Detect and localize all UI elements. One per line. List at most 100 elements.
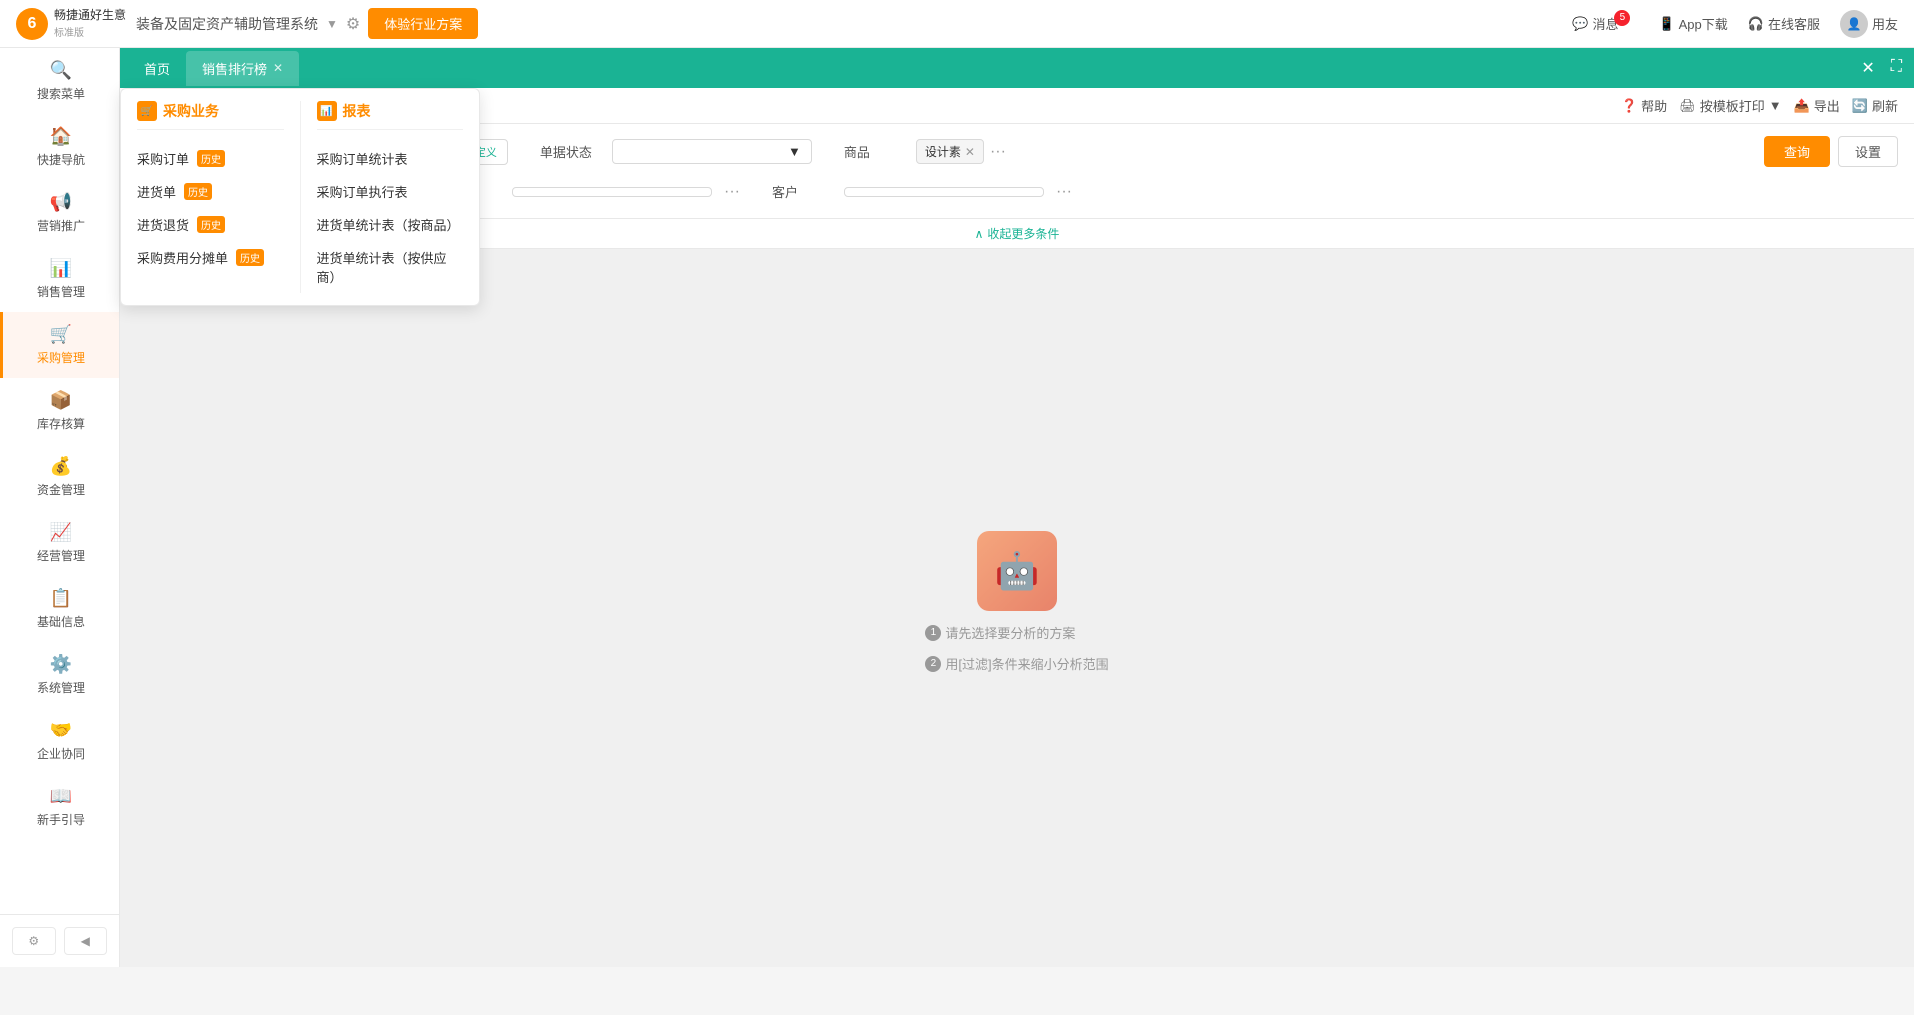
collapse-up-icon: ∧ bbox=[975, 227, 984, 241]
purchase-section-title: 🛒 采购业务 bbox=[137, 101, 284, 130]
menu-item-purchase-order[interactable]: 采购订单 历史 bbox=[137, 142, 284, 175]
empty-step2: 2 用[过滤]条件来缩小分析范围 bbox=[925, 654, 1108, 679]
tabbar: 首页 销售排行榜 ✕ ✕ ⛶ bbox=[120, 48, 1914, 88]
sidebar-item-search[interactable]: 🔍 搜索菜单 bbox=[0, 48, 119, 114]
logo-sub: 标准版 bbox=[54, 24, 126, 39]
export-btn[interactable]: 📤 导出 bbox=[1794, 96, 1840, 115]
menu-item-report-incoming-goods[interactable]: 进货单统计表（按商品） bbox=[317, 208, 464, 241]
system-title: 装备及固定资产辅助管理系统 bbox=[136, 14, 318, 34]
tab-expand-icon[interactable]: ⛶ bbox=[1887, 54, 1906, 82]
phone-icon: 📱 bbox=[1658, 16, 1674, 32]
tab-close-icon[interactable]: ✕ bbox=[273, 61, 283, 75]
print-btn[interactable]: 🖨 按模板打印 ▼ bbox=[1679, 96, 1781, 115]
menu-item-purchase-incoming[interactable]: 进货单 历史 bbox=[137, 175, 284, 208]
sidebar-item-marketing[interactable]: 📢 营销推广 bbox=[0, 180, 119, 246]
empty-state: 🤖 1 请先选择要分析的方案 2 用[过滤]条件来缩小分析范围 bbox=[120, 249, 1914, 967]
tab-home[interactable]: 首页 bbox=[128, 51, 186, 86]
sidebar-bottom: ⚙ ◀ bbox=[0, 914, 119, 967]
empty-robot-icon: 🤖 bbox=[977, 531, 1057, 611]
logo-icon: 6 bbox=[16, 8, 48, 40]
sidebar: 🔍 搜索菜单 🏠 快捷导航 📢 营销推广 📊 销售管理 🛒 采购管理 📦 库存核… bbox=[0, 48, 120, 967]
sidebar-settings-btn[interactable]: ⚙ bbox=[12, 927, 56, 955]
system-icon: ⚙️ bbox=[50, 654, 72, 675]
menu-item-report-incoming-supplier[interactable]: 进货单统计表（按供应商） bbox=[317, 241, 464, 293]
purchase-section-icon: 🛒 bbox=[137, 101, 157, 121]
headset-icon: 🎧 bbox=[1748, 16, 1764, 32]
avatar-icon: 👤 bbox=[1847, 17, 1862, 31]
empty-text: 1 请先选择要分析的方案 2 用[过滤]条件来缩小分析范围 bbox=[925, 623, 1108, 685]
sidebar-item-finance[interactable]: 💰 资金管理 bbox=[0, 444, 119, 510]
expense-badge: 历史 bbox=[236, 249, 264, 266]
customer-select[interactable] bbox=[844, 187, 1044, 197]
marketing-icon: 📢 bbox=[50, 192, 72, 213]
guide-icon: 📖 bbox=[50, 786, 72, 807]
topbar-right: 💬 消息 5 📱 App下载 🎧 在线客服 👤 用友 bbox=[1572, 10, 1898, 38]
logo-area: 6 畅捷通好生意 标准版 bbox=[16, 8, 136, 40]
status-select[interactable]: ▼ bbox=[612, 139, 812, 164]
title-dropdown-icon[interactable]: ▼ bbox=[326, 17, 338, 31]
topbar-title-area: 装备及固定资产辅助管理系统 ▼ ⚙ 体验行业方案 bbox=[136, 8, 1572, 39]
sidebar-item-quicknav[interactable]: 🏠 快捷导航 bbox=[0, 114, 119, 180]
tabbar-right: ✕ ⛶ bbox=[1857, 54, 1906, 82]
menu-item-report-order-exec[interactable]: 采购订单执行表 bbox=[317, 175, 464, 208]
inventory-icon: 📦 bbox=[50, 390, 72, 411]
collapse-label: 收起更多条件 bbox=[987, 225, 1059, 242]
message-badge: 5 bbox=[1614, 10, 1630, 26]
purchase-section: 🛒 采购业务 采购订单 历史 进货单 历史 进货退货 历史 采购费用分摊单 历史 bbox=[121, 101, 300, 293]
home-icon: 🏠 bbox=[50, 126, 72, 147]
status-dropdown-icon: ▼ bbox=[788, 144, 801, 159]
help-btn[interactable]: ❓ 帮助 bbox=[1621, 96, 1667, 115]
menu-item-purchase-expense[interactable]: 采购费用分摊单 历史 bbox=[137, 241, 284, 274]
print-icon: 🖨 bbox=[1679, 98, 1696, 114]
salesman-select[interactable] bbox=[512, 187, 712, 197]
customer-label: 客户 bbox=[772, 182, 832, 201]
sidebar-item-sales[interactable]: 📊 销售管理 bbox=[0, 246, 119, 312]
topbar: 6 畅捷通好生意 标准版 装备及固定资产辅助管理系统 ▼ ⚙ 体验行业方案 💬 … bbox=[0, 0, 1914, 48]
report-section: 📊 报表 采购订单统计表 采购订单执行表 进货单统计表（按商品） 进货单统计表（… bbox=[300, 101, 480, 293]
query-actions: 查询 设置 bbox=[1764, 136, 1898, 167]
sidebar-item-purchase[interactable]: 🛒 采购管理 bbox=[0, 312, 119, 378]
empty-step1: 1 请先选择要分析的方案 bbox=[925, 623, 1108, 648]
setting-btn[interactable]: 设置 bbox=[1838, 136, 1898, 167]
incoming-badge: 历史 bbox=[184, 183, 212, 200]
status-label: 单据状态 bbox=[540, 142, 600, 161]
menu-item-report-order-stat[interactable]: 采购订单统计表 bbox=[317, 142, 464, 175]
tab-close-all-icon[interactable]: ✕ bbox=[1857, 54, 1878, 82]
sidebar-item-guide[interactable]: 📖 新手引导 bbox=[0, 774, 119, 840]
settings-gear-icon[interactable]: ⚙ bbox=[346, 14, 360, 34]
print-dropdown-icon: ▼ bbox=[1769, 98, 1782, 113]
help-icon: ❓ bbox=[1621, 98, 1637, 114]
sales-icon: 📊 bbox=[50, 258, 72, 279]
goods-area: 设计素 ✕ ··· bbox=[916, 139, 1006, 164]
app-download-btn[interactable]: 📱 App下载 bbox=[1658, 14, 1727, 33]
tab-sales-ranking-label: 销售排行榜 bbox=[202, 59, 267, 78]
export-icon: 📤 bbox=[1794, 98, 1810, 114]
message-btn[interactable]: 💬 消息 5 bbox=[1572, 14, 1638, 33]
report-section-icon: 📊 bbox=[317, 101, 337, 121]
customer-more-dots[interactable]: ··· bbox=[1056, 183, 1072, 201]
sidebar-item-system[interactable]: ⚙️ 系统管理 bbox=[0, 642, 119, 708]
goods-more-dots[interactable]: ··· bbox=[990, 143, 1006, 161]
basic-icon: 📋 bbox=[50, 588, 72, 609]
menu-item-purchase-return[interactable]: 进货退货 历史 bbox=[137, 208, 284, 241]
query-btn[interactable]: 查询 bbox=[1764, 136, 1830, 167]
avatar: 👤 bbox=[1840, 10, 1868, 38]
sidebar-item-basic[interactable]: 📋 基础信息 bbox=[0, 576, 119, 642]
refresh-btn[interactable]: 🔄 刷新 bbox=[1852, 96, 1898, 115]
sidebar-item-operation[interactable]: 📈 经营管理 bbox=[0, 510, 119, 576]
user-avatar-btn[interactable]: 👤 用友 bbox=[1840, 10, 1898, 38]
goods-tag-remove[interactable]: ✕ bbox=[965, 145, 975, 159]
finance-icon: 💰 bbox=[50, 456, 72, 477]
purchase-icon: 🛒 bbox=[50, 324, 72, 345]
online-service-btn[interactable]: 🎧 在线客服 bbox=[1748, 14, 1820, 33]
return-badge: 历史 bbox=[197, 216, 225, 233]
sidebar-item-inventory[interactable]: 📦 库存核算 bbox=[0, 378, 119, 444]
sidebar-collapse-btn[interactable]: ◀ bbox=[64, 927, 108, 955]
sidebar-item-enterprise[interactable]: 🤝 企业协同 bbox=[0, 708, 119, 774]
salesman-more-dots[interactable]: ··· bbox=[724, 183, 740, 201]
tab-sales-ranking[interactable]: 销售排行榜 ✕ bbox=[186, 51, 299, 86]
search-icon: 🔍 bbox=[50, 60, 72, 81]
goods-tag[interactable]: 设计素 ✕ bbox=[916, 139, 984, 164]
purchase-dropdown-menu: 🛒 采购业务 采购订单 历史 进货单 历史 进货退货 历史 采购费用分摊单 历史… bbox=[120, 88, 480, 306]
industry-btn[interactable]: 体验行业方案 bbox=[368, 8, 478, 39]
